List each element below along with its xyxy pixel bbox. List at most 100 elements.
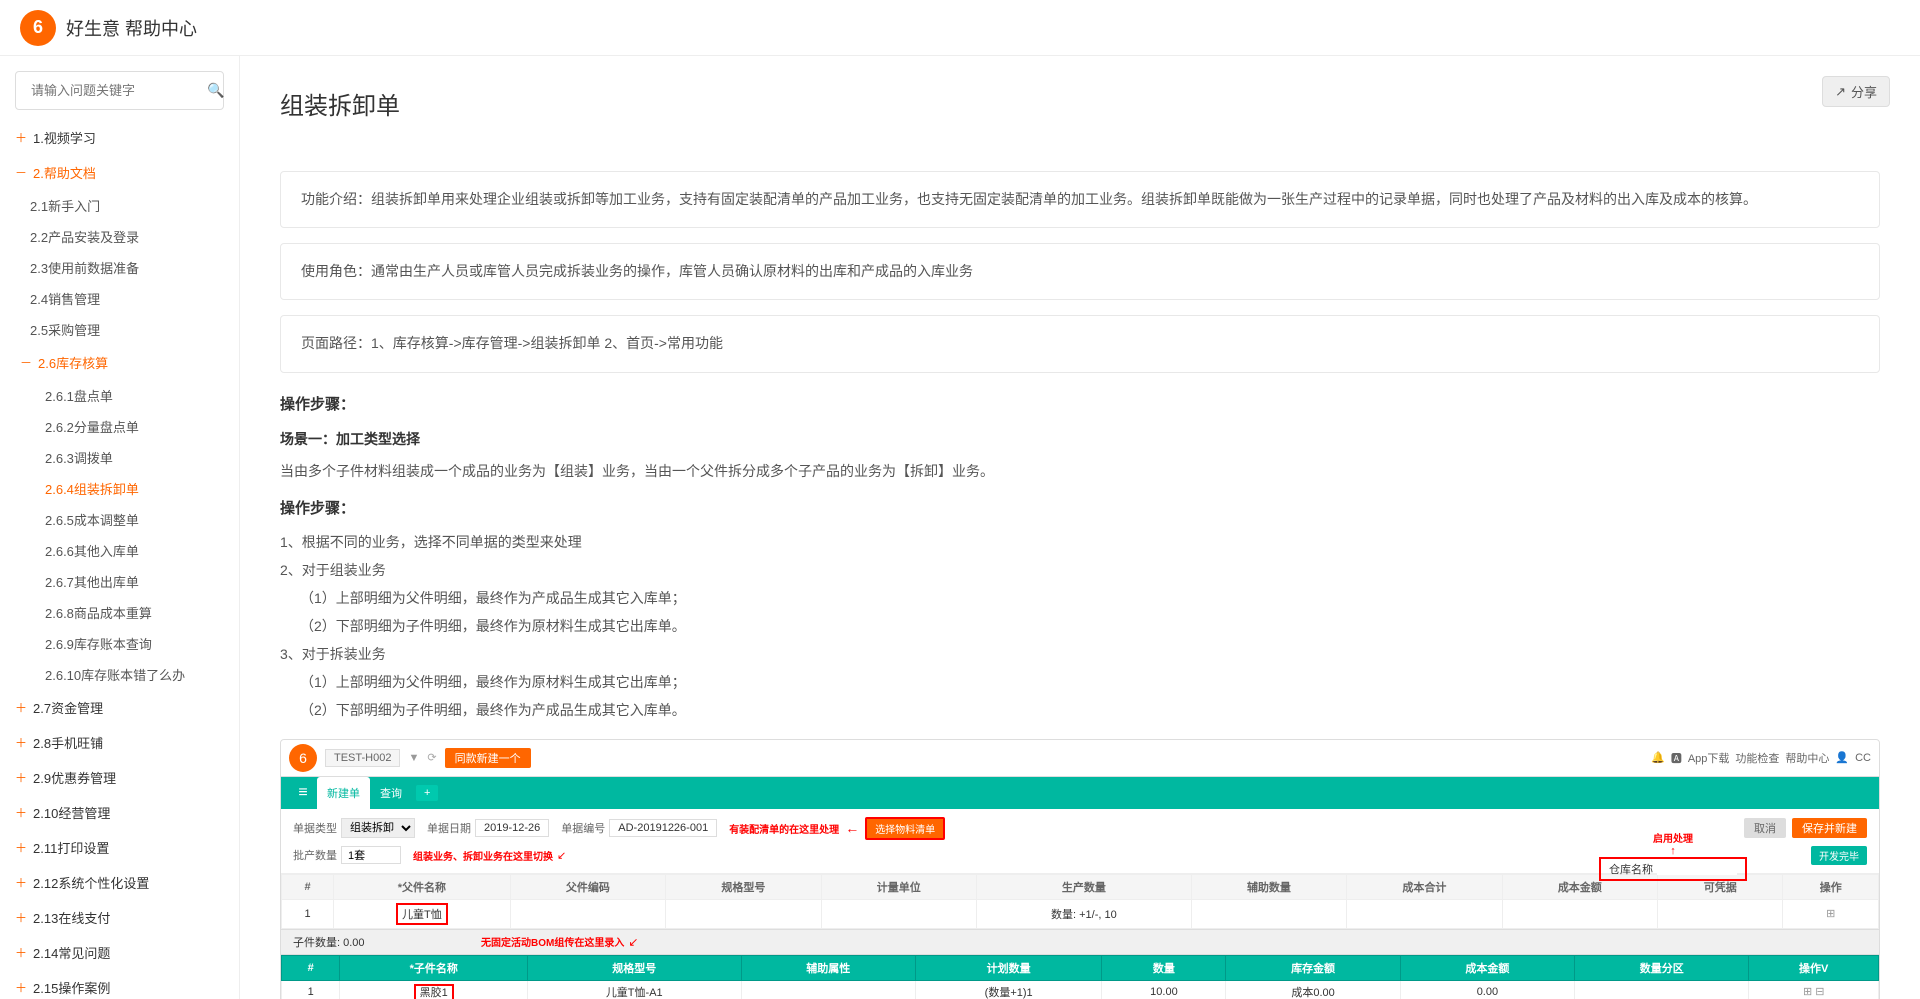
hamburger-icon: ≡: [298, 784, 307, 802]
parent-name-input-box[interactable]: 儿童T恤: [396, 903, 448, 925]
version-dropdown[interactable]: ▼: [408, 752, 419, 764]
sidebar-item-otherinstock[interactable]: 2.6.6其他入库单: [0, 535, 239, 566]
col-stock-amount: 库存金额: [1226, 955, 1400, 980]
row-action-icon[interactable]: ⊞: [1826, 908, 1835, 920]
doc-no-value[interactable]: AD-20191226-001: [609, 819, 717, 837]
child-name-box[interactable]: 黑胶1: [414, 984, 454, 999]
count-group: 批产数量: [293, 846, 401, 864]
sync-icon: ⟳: [427, 751, 436, 764]
sidebar-item-coupon[interactable]: ＋ 2.9优惠券管理: [0, 760, 239, 795]
sidebar-item-partstockcount[interactable]: 2.6.2分量盘点单: [0, 411, 239, 442]
divider-label: 子件数量: 0.00: [293, 934, 365, 950]
sidebar-item-operation[interactable]: ＋ 2.10经营管理: [0, 795, 239, 830]
sidebar-item-newbie[interactable]: 2.1新手入门: [0, 190, 239, 221]
cell-stock-amt: 成本0.00: [1226, 980, 1400, 999]
sidebar-item-assembly[interactable]: 2.6.4组装拆卸单: [0, 473, 239, 504]
sidebar-item-label: 2.帮助文档: [33, 163, 96, 182]
action-buttons: 取消 保存并新建: [1744, 818, 1867, 838]
form-row2: 批产数量 组装业务、拆卸业务在这里切换 ↙ 启用处理 ↑: [293, 846, 1867, 865]
page-title: 组装拆卸单: [280, 86, 400, 121]
table-row: 1 黑胶1 儿童T恤-A1 (数量+1)1 10.00 成本0.00 0.00 …: [282, 980, 1879, 999]
sidebar-item-stockcheck[interactable]: 2.6.9库存账本查询: [0, 628, 239, 659]
confirm-btn-area: 开发完毕: [1811, 846, 1867, 865]
function-intro-block: 功能介绍：组装拆卸单用来处理企业组装或拆卸等加工业务，支持有固定装配清单的产品加…: [280, 171, 1880, 228]
cell-parent-name: 儿童T恤: [334, 899, 511, 928]
date-value[interactable]: 2019-12-26: [475, 819, 549, 837]
col-parent-name: *父件名称: [334, 874, 511, 899]
sidebar-item-stockerror[interactable]: 2.6.10库存账本错了么办: [0, 659, 239, 690]
share-button[interactable]: ↗ 分享: [1822, 76, 1890, 107]
col-spec2: 规格型号: [527, 955, 741, 980]
annotation3-area: 启用处理 ↑ 仓库名称: [1599, 830, 1747, 881]
operation-steps-title: 操作步骤：: [280, 393, 1880, 414]
titlebar-text2: 功能检查: [1735, 750, 1779, 766]
doc-type-select[interactable]: 组装拆卸: [341, 818, 415, 838]
sidebar-item-otheroutstock[interactable]: 2.6.7其他出库单: [0, 566, 239, 597]
expand-icon: ＋: [15, 979, 27, 996]
create-order-btn[interactable]: 同款新建一个: [445, 748, 531, 768]
app-titlebar: 6 TEST-H002 ▼ ⟳ 同款新建一个 🔔 🅰 App下载 功能检查 帮助…: [281, 740, 1879, 777]
cell-unit: [821, 899, 976, 928]
warehouse-input[interactable]: [1657, 863, 1737, 875]
template-select-btn[interactable]: 选择物料清单: [865, 817, 945, 840]
cancel-btn[interactable]: 取消: [1744, 818, 1786, 838]
steps-sub-title: 操作步骤：: [280, 497, 1880, 518]
save-btn[interactable]: 保存并新建: [1792, 818, 1867, 838]
sidebar-item-print[interactable]: ＋ 2.11打印设置: [0, 830, 239, 865]
sidebar-item-stocktake[interactable]: 2.6.1盘点单: [0, 380, 239, 411]
sidebar-item-purchase[interactable]: 2.5采购管理: [0, 314, 239, 345]
username: CC: [1855, 752, 1871, 764]
sidebar-sub-label: 2.3使用前数据准备: [30, 261, 139, 276]
sidebar-item-video[interactable]: ＋ 1.视频学习: [0, 120, 239, 155]
sidebar-sub-label: 2.1新手入门: [30, 199, 100, 214]
top-table-body: 1 儿童T恤 数量: +1/-, 10: [282, 899, 1879, 928]
divider-area: 子件数量: 0.00 无固定活动BOM组传在这里录入 ↙: [281, 929, 1879, 955]
sidebar-item-costsingle[interactable]: 2.6.5成本调整单: [0, 504, 239, 535]
sidebar-item-sysconfig[interactable]: ＋ 2.12系统个性化设置: [0, 865, 239, 900]
search-input-annotated[interactable]: 仓库名称: [1599, 857, 1747, 881]
role-intro-text: 使用角色：通常由生产人员或库管人员完成拆装业务的操作，库管人员确认原材料的出库和…: [301, 263, 973, 279]
confirm-btn[interactable]: 开发完毕: [1811, 846, 1867, 865]
sidebar-item-goodscost[interactable]: 2.6.8商品成本重算: [0, 597, 239, 628]
sidebar-item-faq[interactable]: ＋ 2.14常见问题: [0, 935, 239, 970]
sidebar-sub-label: 2.5采购管理: [30, 323, 100, 338]
path-intro-text: 页面路径：1、库存核算->库存管理->组装拆卸单 2、首页->常用功能: [301, 335, 723, 351]
header: 6 好生意 帮助中心: [0, 0, 1920, 56]
sidebar-item-mobile[interactable]: ＋ 2.8手机旺铺: [0, 725, 239, 760]
sidebar-item-predata[interactable]: 2.3使用前数据准备: [0, 252, 239, 283]
bottom-table-body: 1 黑胶1 儿童T恤-A1 (数量+1)1 10.00 成本0.00 0.00 …: [282, 980, 1879, 999]
sidebar-item-inventory[interactable]: － 2.6库存核算: [0, 345, 239, 380]
sidebar-item-docs[interactable]: － 2.帮助文档: [0, 155, 239, 190]
nav-add-btn[interactable]: +: [416, 785, 438, 801]
nav-tab-create[interactable]: 新建单: [317, 777, 370, 809]
sidebar-sub-label: 2.4销售管理: [30, 292, 100, 307]
col-plan-qty: 计划数量: [915, 955, 1102, 980]
collapse-icon: －: [15, 164, 27, 181]
step-2-1: （1）上部明细为父件明细，最终作为产成品生成其它入库单；: [280, 584, 1880, 612]
app-icon2: 🅰: [1671, 750, 1682, 766]
search-icon[interactable]: 🔍: [207, 82, 224, 99]
doc-no-group: 单据编号 AD-20191226-001: [561, 819, 717, 837]
sidebar-item-money[interactable]: ＋ 2.7资金管理: [0, 690, 239, 725]
col-actions: 操作: [1783, 874, 1879, 899]
annotation1-area: 有装配清单的在这里处理 ← 选择物料清单: [729, 817, 945, 840]
bottom-table-header-row: # *子件名称 规格型号 辅助属性 计划数量 数量 库存金额 成本金额 数量分区…: [282, 955, 1879, 980]
search-input[interactable]: [31, 83, 207, 98]
sidebar-item-onlinepay[interactable]: ＋ 2.13在线支付: [0, 900, 239, 935]
cell-idx: 1: [282, 980, 340, 999]
app-form-area: 单据类型 组装拆卸 单据日期 2019-12-26 单据编号 AD-201912…: [281, 809, 1879, 874]
col-spec: 规格型号: [666, 874, 821, 899]
sidebar-item-sales[interactable]: 2.4销售管理: [0, 283, 239, 314]
count-input[interactable]: [341, 846, 401, 864]
nav-toggle[interactable]: ≡: [289, 784, 317, 802]
sidebar-sub-label: 2.2产品安装及登录: [30, 230, 139, 245]
bottom-table: # *子件名称 规格型号 辅助属性 计划数量 数量 库存金额 成本金额 数量分区…: [281, 955, 1879, 999]
content-area: 组装拆卸单 ↗ 分享 功能介绍：组装拆卸单用来处理企业组装或拆卸等加工业务，支持…: [240, 56, 1920, 999]
row-op-icon[interactable]: ⊞ ⊟: [1803, 986, 1825, 998]
nav-tab-query[interactable]: 查询: [370, 777, 412, 809]
sidebar-item-cases[interactable]: ＋ 2.15操作案例: [0, 970, 239, 999]
search-box[interactable]: 🔍: [15, 71, 224, 110]
collapse-icon: －: [20, 354, 32, 371]
sidebar-item-adjust[interactable]: 2.6.3调拨单: [0, 442, 239, 473]
sidebar-item-install[interactable]: 2.2产品安装及登录: [0, 221, 239, 252]
